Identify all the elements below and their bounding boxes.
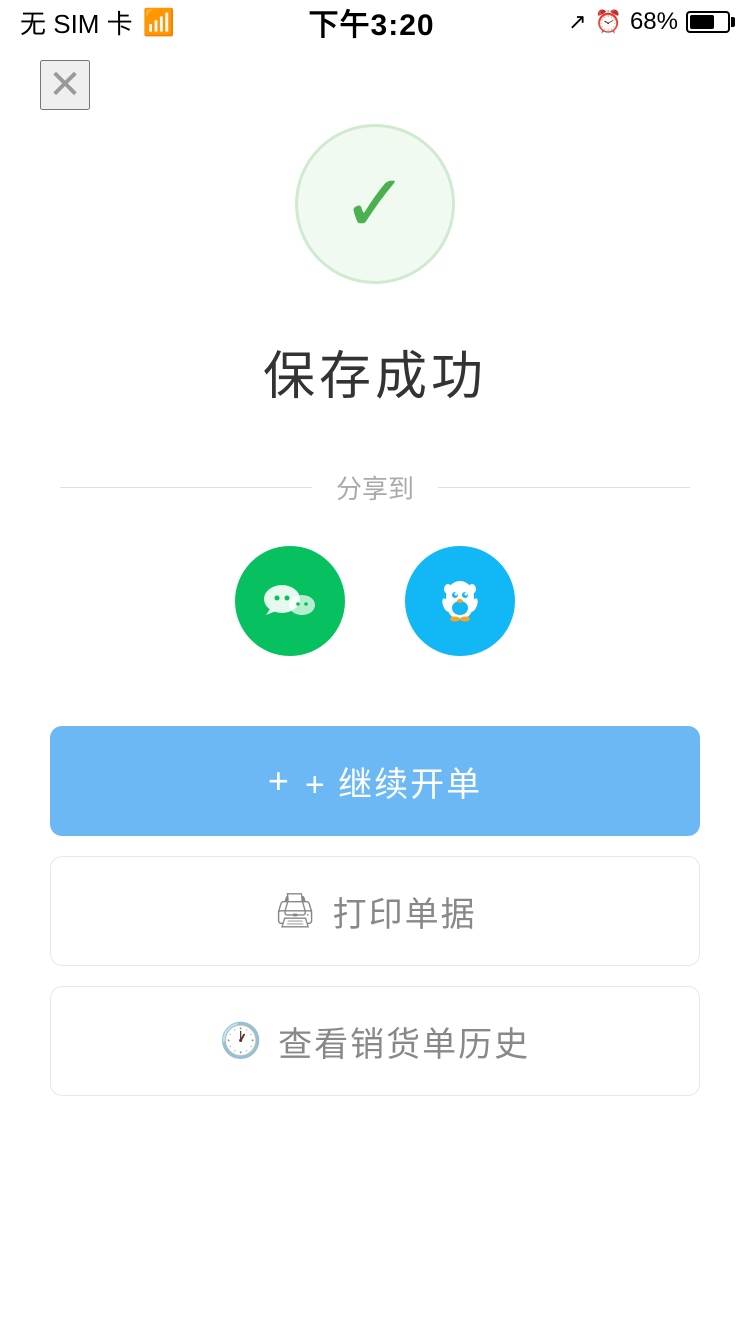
no-sim-label: 无 SIM 卡 <box>20 4 133 41</box>
alarm-icon: ⏰ <box>595 9 622 35</box>
continue-order-label: + 继续开单 <box>305 757 482 806</box>
printer-icon: 🖨 <box>273 891 316 931</box>
plus-icon: + <box>268 760 289 802</box>
divider-right <box>438 487 690 488</box>
share-qq-button[interactable] <box>405 546 515 656</box>
continue-order-button[interactable]: + + 继续开单 <box>50 726 700 836</box>
battery-indicator <box>686 11 730 33</box>
battery-icon <box>686 11 730 33</box>
action-buttons-container: + + 继续开单 🖨 打印单据 🕐 查看销货单历史 <box>0 726 750 1096</box>
battery-percent: 68% <box>630 8 678 36</box>
location-icon: ↗ <box>568 9 586 35</box>
history-icon: 🕐 <box>220 1021 262 1061</box>
battery-fill <box>690 15 714 29</box>
view-history-button[interactable]: 🕐 查看销货单历史 <box>50 986 700 1096</box>
checkmark-icon: ✓ <box>341 164 408 244</box>
success-circle: ✓ <box>295 124 455 284</box>
main-content: ✓ 保存成功 分享到 <box>0 44 750 1096</box>
share-wechat-button[interactable] <box>235 546 345 656</box>
print-receipt-button[interactable]: 🖨 打印单据 <box>50 856 700 966</box>
view-history-label: 查看销货单历史 <box>278 1017 530 1066</box>
print-receipt-label: 打印单据 <box>333 887 477 936</box>
share-label: 分享到 <box>312 469 438 506</box>
time-display: 下午3:20 <box>309 0 435 44</box>
share-buttons-container <box>235 546 515 656</box>
status-left: 无 SIM 卡 📶 <box>20 4 175 41</box>
success-title: 保存成功 <box>263 334 487 409</box>
divider-left <box>60 487 312 488</box>
wifi-icon: 📶 <box>143 7 175 38</box>
status-right: ↗ ⏰ 68% <box>568 8 730 36</box>
qq-icon <box>432 573 488 629</box>
close-button[interactable]: ✕ <box>40 60 90 110</box>
wechat-icon <box>260 571 320 631</box>
close-icon: ✕ <box>48 65 82 105</box>
status-bar: 无 SIM 卡 📶 下午3:20 ↗ ⏰ 68% <box>0 0 750 44</box>
share-divider: 分享到 <box>0 469 750 506</box>
